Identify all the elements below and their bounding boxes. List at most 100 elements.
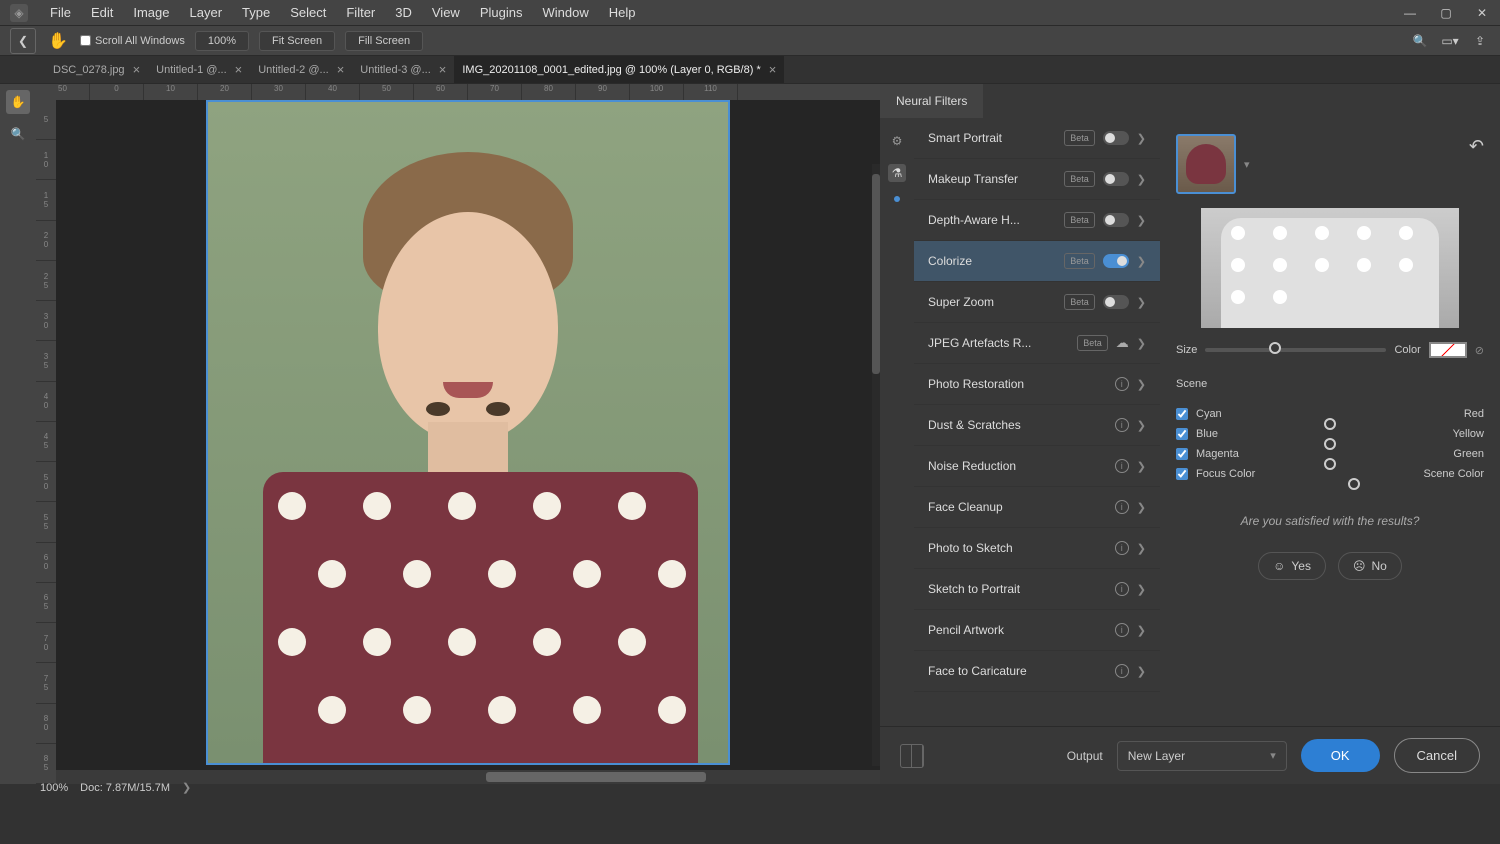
hand-tool[interactable]: ✋: [6, 90, 30, 114]
scene-checkbox[interactable]: [1176, 408, 1188, 420]
filter-item[interactable]: Sketch to Portraiti❯: [914, 569, 1160, 610]
status-chevron-icon[interactable]: ❯: [182, 781, 191, 794]
menu-file[interactable]: File: [40, 5, 81, 20]
filter-toggle[interactable]: [1103, 295, 1129, 309]
document-tab[interactable]: DSC_0278.jpg×: [45, 56, 148, 83]
back-button[interactable]: ❮: [10, 28, 36, 54]
menu-window[interactable]: Window: [532, 5, 598, 20]
menu-filter[interactable]: Filter: [336, 5, 385, 20]
info-icon[interactable]: i: [1115, 664, 1129, 678]
fit-screen-button[interactable]: Fit Screen: [259, 31, 335, 51]
info-icon[interactable]: i: [1115, 623, 1129, 637]
filter-item[interactable]: Super ZoomBeta❯: [914, 282, 1160, 323]
info-icon[interactable]: i: [1115, 541, 1129, 555]
menu-3d[interactable]: 3D: [385, 5, 422, 20]
filter-item[interactable]: Depth-Aware H...Beta❯: [914, 200, 1160, 241]
filter-item[interactable]: Smart PortraitBeta❯: [914, 118, 1160, 159]
close-button[interactable]: ✕: [1464, 0, 1500, 26]
document-tab[interactable]: Untitled-3 @...×: [352, 56, 454, 83]
scroll-all-checkbox[interactable]: Scroll All Windows: [80, 35, 185, 47]
layout-icon[interactable]: [900, 744, 924, 768]
scene-checkbox[interactable]: [1176, 448, 1188, 460]
zoom-tool[interactable]: 🔍: [6, 122, 30, 146]
filter-item[interactable]: JPEG Artefacts R...Beta☁❯: [914, 323, 1160, 364]
tab-close-icon[interactable]: ×: [769, 62, 777, 77]
document-tab[interactable]: IMG_20201108_0001_edited.jpg @ 100% (Lay…: [454, 56, 784, 83]
maximize-button[interactable]: ▢: [1428, 0, 1464, 26]
zoom-input[interactable]: 100%: [195, 31, 249, 51]
filter-item[interactable]: Photo Restorationi❯: [914, 364, 1160, 405]
yes-button[interactable]: ☺Yes: [1258, 552, 1326, 580]
menu-select[interactable]: Select: [280, 5, 336, 20]
filter-item[interactable]: ColorizeBeta❯: [914, 241, 1160, 282]
info-icon[interactable]: i: [1115, 582, 1129, 596]
filter-toggle[interactable]: [1103, 254, 1129, 268]
chevron-right-icon: ❯: [1137, 378, 1146, 391]
document-tab[interactable]: Untitled-2 @...×: [250, 56, 352, 83]
info-icon[interactable]: i: [1115, 459, 1129, 473]
filter-item[interactable]: Makeup TransferBeta❯: [914, 159, 1160, 200]
tab-close-icon[interactable]: ×: [133, 62, 141, 77]
size-slider[interactable]: [1205, 348, 1386, 352]
color-none-icon[interactable]: ⊘: [1475, 344, 1484, 357]
reset-icon[interactable]: ↶: [1469, 136, 1484, 157]
scene-checkbox[interactable]: [1176, 468, 1188, 480]
minimize-button[interactable]: —: [1392, 0, 1428, 26]
chevron-right-icon: ❯: [1137, 460, 1146, 473]
scene-checkbox[interactable]: [1176, 428, 1188, 440]
output-select[interactable]: New Layer▾: [1117, 741, 1287, 771]
filter-item[interactable]: Pencil Artworki❯: [914, 610, 1160, 651]
chevron-right-icon: ❯: [1137, 665, 1146, 678]
menu-plugins[interactable]: Plugins: [470, 5, 533, 20]
info-icon[interactable]: i: [1115, 500, 1129, 514]
smile-icon: ☺: [1273, 559, 1285, 573]
preview-image[interactable]: [1201, 208, 1459, 328]
hand-tool-icon[interactable]: ✋: [46, 29, 70, 53]
color-label: Color: [1394, 344, 1420, 356]
filter-item[interactable]: Photo to Sketchi❯: [914, 528, 1160, 569]
filter-toggle[interactable]: [1103, 213, 1129, 227]
search-icon[interactable]: 🔍: [1410, 31, 1430, 51]
tab-close-icon[interactable]: ×: [439, 62, 447, 77]
beaker-icon[interactable]: ⚗: [888, 164, 906, 182]
settings-icon[interactable]: ⚙: [888, 132, 906, 150]
status-bar: 100% Doc: 7.87M/15.7M ❯: [40, 781, 191, 794]
menu-type[interactable]: Type: [232, 5, 280, 20]
filter-item[interactable]: Noise Reductioni❯: [914, 446, 1160, 487]
document-tabs: DSC_0278.jpg×Untitled-1 @...×Untitled-2 …: [0, 56, 1500, 84]
vertical-scrollbar[interactable]: [872, 164, 880, 766]
face-thumbnail[interactable]: [1176, 134, 1236, 194]
scene-heading: Scene: [1176, 378, 1484, 390]
panel-footer: Output New Layer▾ OK Cancel: [880, 726, 1500, 784]
cloud-download-icon[interactable]: ☁: [1116, 335, 1129, 351]
filter-toggle[interactable]: [1103, 131, 1129, 145]
fill-screen-button[interactable]: Fill Screen: [345, 31, 423, 51]
info-icon[interactable]: i: [1115, 418, 1129, 432]
chevron-right-icon: ❯: [1137, 214, 1146, 227]
cancel-button[interactable]: Cancel: [1394, 738, 1480, 773]
ok-button[interactable]: OK: [1301, 739, 1380, 772]
filter-item[interactable]: Face to Caricaturei❯: [914, 651, 1160, 692]
info-icon[interactable]: i: [1115, 377, 1129, 391]
menu-edit[interactable]: Edit: [81, 5, 123, 20]
neural-filters-panel: Neural Filters ⚙ ⚗ Smart PortraitBeta❯Ma…: [880, 84, 1500, 784]
filter-item[interactable]: Dust & Scratchesi❯: [914, 405, 1160, 446]
panel-tab[interactable]: Neural Filters: [880, 84, 983, 118]
filter-item[interactable]: Face Cleanupi❯: [914, 487, 1160, 528]
share-icon[interactable]: ⇪: [1470, 31, 1490, 51]
ruler-vertical: 510152025303540455055606570758085: [36, 100, 56, 784]
tab-close-icon[interactable]: ×: [235, 62, 243, 77]
face-dropdown-icon[interactable]: ▾: [1244, 158, 1250, 171]
menu-layer[interactable]: Layer: [180, 5, 233, 20]
menu-view[interactable]: View: [422, 5, 470, 20]
workspace-switcher-icon[interactable]: ▭▾: [1440, 31, 1460, 51]
color-swatch[interactable]: [1429, 342, 1467, 358]
canvas[interactable]: [56, 100, 880, 766]
filter-toggle[interactable]: [1103, 172, 1129, 186]
document-tab[interactable]: Untitled-1 @...×: [148, 56, 250, 83]
chevron-right-icon: ❯: [1137, 419, 1146, 432]
menu-help[interactable]: Help: [599, 5, 646, 20]
menu-image[interactable]: Image: [123, 5, 179, 20]
no-button[interactable]: ☹No: [1338, 552, 1402, 580]
tab-close-icon[interactable]: ×: [337, 62, 345, 77]
